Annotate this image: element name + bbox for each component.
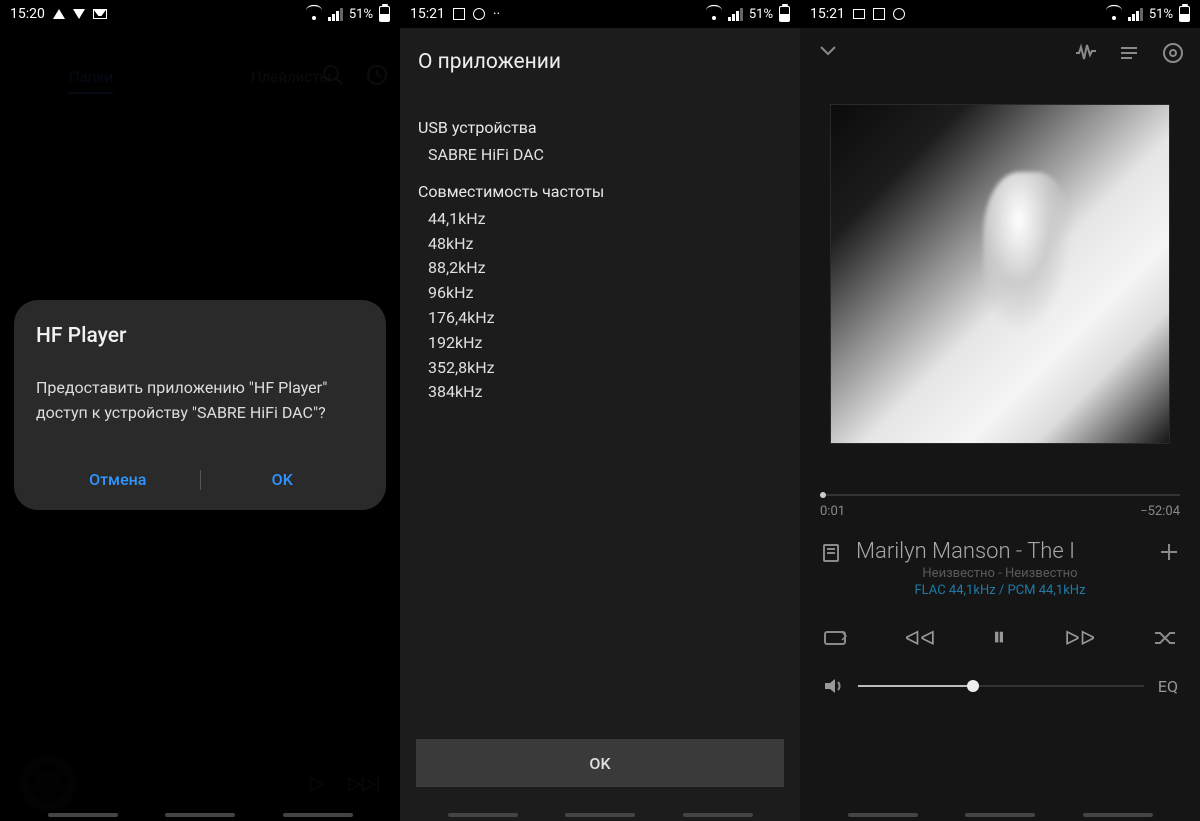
freq-item: 96kHz — [428, 281, 782, 306]
status-time: 15:21 — [810, 6, 845, 22]
track-title: Marilyn Manson - The I — [856, 539, 1144, 564]
lyrics-icon[interactable] — [820, 541, 842, 563]
usb-devices-label: USB устройства — [418, 118, 782, 137]
screen-permission-dialog: 15:20 51% Папки Плейлисты — [0, 0, 400, 821]
page-title: О приложении — [400, 28, 800, 94]
chevron-down-icon[interactable] — [816, 38, 840, 68]
ok-button[interactable]: OK — [416, 739, 784, 787]
mini-player-art[interactable] — [20, 755, 76, 811]
waveform-icon[interactable] — [1074, 42, 1096, 64]
volume-icon[interactable] — [822, 675, 844, 697]
status-battery-pct: 51% — [749, 7, 773, 22]
freq-item: 48kHz — [428, 232, 782, 257]
mini-play-icon[interactable]: ▷ — [310, 773, 324, 794]
progress-bar[interactable] — [820, 494, 1180, 496]
wifi-icon — [706, 8, 722, 20]
screen-now-playing: 15:21 51% 0:01 — [800, 0, 1200, 821]
tab-folders[interactable]: Папки — [69, 68, 113, 94]
android-navbar — [0, 813, 400, 817]
track-format: FLAC 44,1kHz / PCM 44,1kHz — [800, 583, 1200, 598]
ok-button[interactable]: OK — [201, 470, 365, 489]
freq-item: 192kHz — [428, 331, 782, 356]
status-bar: 15:21 51% — [800, 0, 1200, 28]
freq-item: 88,2kHz — [428, 256, 782, 281]
chrome-icon — [473, 8, 485, 20]
next-button[interactable]: ᐅᐅ — [1064, 626, 1095, 650]
prev-button[interactable]: ᐊᐊ — [905, 626, 936, 650]
usb-device-value: SABRE HiFi DAC — [428, 143, 782, 168]
download-icon — [73, 9, 85, 19]
cancel-button[interactable]: Отмена — [36, 470, 200, 489]
freq-item: 44,1kHz — [428, 207, 782, 232]
status-bar: 15:21 ·· 51% — [400, 0, 800, 28]
frequency-list: 44,1kHz 48kHz 88,2kHz 96kHz 176,4kHz 192… — [418, 207, 782, 405]
status-time: 15:20 — [10, 6, 45, 22]
battery-icon — [379, 6, 390, 22]
video-icon — [853, 9, 865, 19]
gallery-icon — [453, 8, 465, 20]
playlist-icon[interactable] — [1118, 42, 1140, 64]
status-battery-pct: 51% — [1149, 7, 1173, 22]
gallery-icon — [873, 8, 885, 20]
status-bar: 15:20 51% — [0, 0, 400, 28]
android-navbar — [400, 813, 800, 817]
elapsed-time: 0:01 — [820, 504, 845, 519]
add-icon[interactable] — [1158, 541, 1180, 563]
frequency-compat-label: Совместимость частоты — [418, 182, 782, 201]
dialog-message: Предоставить приложению "HF Player" дост… — [36, 376, 364, 426]
android-navbar — [800, 813, 1200, 817]
chrome-icon — [893, 8, 905, 20]
remaining-time: −52:04 — [1140, 504, 1180, 519]
eq-button[interactable]: EQ — [1158, 677, 1178, 696]
bluetooth-icon — [53, 9, 65, 19]
repeat-icon[interactable] — [822, 628, 848, 648]
gear-icon[interactable] — [1162, 42, 1184, 64]
signal-icon — [728, 8, 743, 21]
wifi-icon — [1106, 8, 1122, 20]
battery-icon — [779, 6, 790, 22]
signal-icon — [1128, 8, 1143, 21]
track-subtitle: Неизвестно - Неизвестно — [800, 566, 1200, 581]
screen-about-app: 15:21 ·· 51% О приложении USB устройства… — [400, 0, 800, 821]
shuffle-icon[interactable] — [1152, 628, 1178, 648]
pause-button[interactable]: ⏸ — [992, 622, 1007, 653]
mail-icon — [93, 9, 107, 19]
tab-playlists[interactable]: Плейлисты — [251, 68, 331, 94]
battery-icon — [1179, 6, 1190, 22]
usb-permission-dialog: HF Player Предоставить приложению "HF Pl… — [14, 300, 386, 510]
mini-next-icon[interactable]: ▷▷| — [348, 773, 380, 794]
freq-item: 384kHz — [428, 380, 782, 405]
freq-item: 352,8kHz — [428, 356, 782, 381]
more-icon: ·· — [493, 6, 500, 22]
dialog-title: HF Player — [36, 324, 364, 348]
status-time: 15:21 — [410, 6, 445, 22]
freq-item: 176,4kHz — [428, 306, 782, 331]
signal-icon — [328, 8, 343, 21]
wifi-icon — [306, 8, 322, 20]
album-art[interactable] — [830, 104, 1170, 444]
volume-slider[interactable] — [858, 685, 1144, 687]
status-battery-pct: 51% — [349, 7, 373, 22]
